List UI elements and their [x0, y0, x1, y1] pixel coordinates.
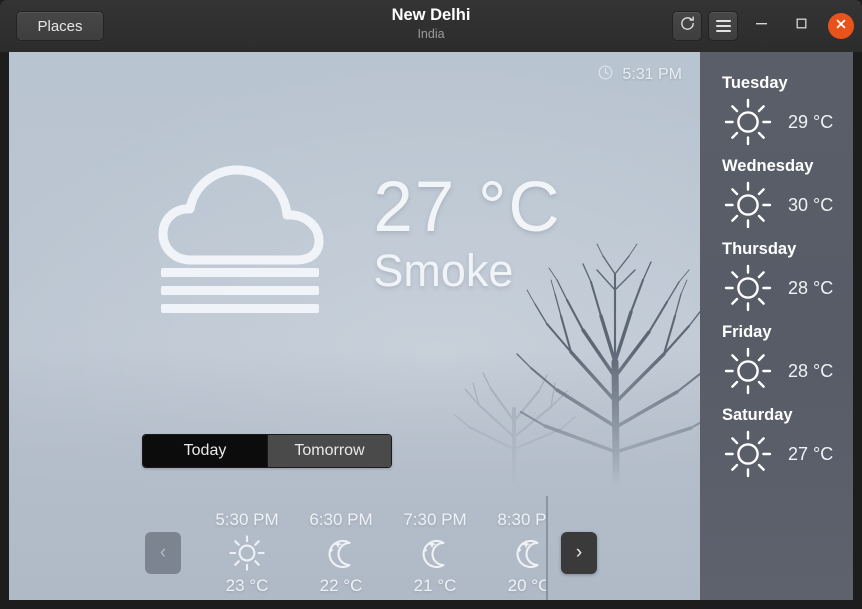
forecast-day-label: Saturday	[722, 406, 793, 424]
current-condition: Smoke	[373, 244, 514, 296]
weekly-forecast-sidebar: Tuesday 29 °C Wednesday 30 °C Thursday 2…	[700, 52, 853, 600]
sun-icon	[227, 533, 267, 573]
hourly-item[interactable]: 6:30 PM 22 °C	[294, 500, 388, 600]
refresh-button[interactable]	[672, 11, 702, 41]
maximize-button[interactable]	[784, 9, 818, 43]
hourly-time: 8:30 PM	[497, 510, 546, 529]
tab-tomorrow[interactable]: Tomorrow	[267, 435, 391, 467]
hourly-temp: 21 °C	[413, 576, 457, 595]
minimize-icon	[755, 17, 768, 35]
hourly-temp: 22 °C	[319, 576, 363, 595]
hourly-prev-button[interactable]: ‹	[145, 532, 181, 574]
clock-icon	[597, 64, 614, 86]
forecast-day-body: 28 °C	[722, 262, 853, 314]
current-temperature: 27 °C	[373, 167, 562, 247]
hourly-item[interactable]: 8:30 PM 20 °C	[482, 500, 546, 600]
current-readings: 27 °C Smoke	[373, 167, 562, 303]
current-conditions: 27 °C Smoke	[9, 144, 700, 329]
hourly-temp: 20 °C	[507, 576, 546, 595]
current-time-label: 5:31 PM	[622, 66, 682, 83]
close-button[interactable]	[828, 13, 854, 39]
forecast-day-body: 29 °C	[722, 96, 853, 148]
places-button-label: Places	[37, 17, 83, 35]
sun-icon	[722, 179, 774, 231]
forecast-row-saturday[interactable]: Saturday 27 °C	[700, 402, 853, 480]
hourly-time: 7:30 PM	[403, 510, 467, 529]
sun-icon	[722, 96, 774, 148]
maximize-icon	[795, 17, 808, 35]
hourly-item[interactable]: 7:30 PM 21 °C	[388, 500, 482, 600]
current-weather-panel: 5:31 PM 27 °C Smoke Today Tomorrow ‹ › 5…	[9, 52, 700, 600]
forecast-day-label: Thursday	[722, 240, 797, 258]
forecast-day-body: 30 °C	[722, 179, 853, 231]
fog-smoke-icon	[147, 144, 357, 329]
hourly-temp: 23 °C	[225, 576, 269, 595]
forecast-day-label: Wednesday	[722, 157, 814, 175]
window-content: 5:31 PM 27 °C Smoke Today Tomorrow ‹ › 5…	[9, 52, 853, 600]
hourly-divider	[546, 496, 548, 600]
hourly-next-button[interactable]: ›	[561, 532, 597, 574]
sun-icon	[722, 428, 774, 480]
hourly-item[interactable]: 5:30 PM 23 °C	[200, 500, 294, 600]
close-icon	[835, 17, 847, 35]
sun-icon	[722, 262, 774, 314]
titlebar-actions	[672, 9, 854, 43]
forecast-row-friday[interactable]: Friday 28 °C	[700, 319, 853, 397]
moon-icon	[415, 533, 455, 573]
forecast-row-thursday[interactable]: Thursday 28 °C	[700, 236, 853, 314]
forecast-day-body: 28 °C	[722, 345, 853, 397]
forecast-day-body: 27 °C	[722, 428, 853, 480]
forecast-temp: 27 °C	[788, 443, 834, 464]
hamburger-menu-icon	[715, 20, 731, 32]
hourly-time: 5:30 PM	[215, 510, 279, 529]
forecast-temp: 29 °C	[788, 111, 834, 132]
forecast-temp: 30 °C	[788, 194, 834, 215]
weather-window: Places New Delhi India 5:31 PM 27 °C Smo…	[0, 0, 862, 609]
places-button[interactable]: Places	[16, 11, 104, 41]
hourly-time: 6:30 PM	[309, 510, 373, 529]
minimize-button[interactable]	[744, 9, 778, 43]
forecast-temp: 28 °C	[788, 277, 834, 298]
menu-button[interactable]	[708, 11, 738, 41]
titlebar: Places New Delhi India	[0, 0, 862, 52]
forecast-day-label: Friday	[722, 323, 772, 341]
current-time: 5:31 PM	[597, 64, 682, 86]
moon-icon	[509, 533, 546, 573]
refresh-icon	[679, 15, 696, 37]
forecast-temp: 28 °C	[788, 360, 834, 381]
forecast-row-wednesday[interactable]: Wednesday 30 °C	[700, 153, 853, 231]
tab-today[interactable]: Today	[143, 435, 267, 467]
day-toggle: Today Tomorrow	[142, 434, 392, 468]
sun-icon	[722, 345, 774, 397]
forecast-row-tuesday[interactable]: Tuesday 29 °C	[700, 70, 853, 148]
hourly-list: 5:30 PM 23 °C 6:30 PM 22 °C 7:30 PM 21 °…	[200, 500, 546, 600]
hourly-forecast: ‹ › 5:30 PM 23 °C 6:30 PM 22 °C 7:30 PM …	[9, 500, 700, 600]
moon-icon	[321, 533, 361, 573]
forecast-day-label: Tuesday	[722, 74, 788, 92]
